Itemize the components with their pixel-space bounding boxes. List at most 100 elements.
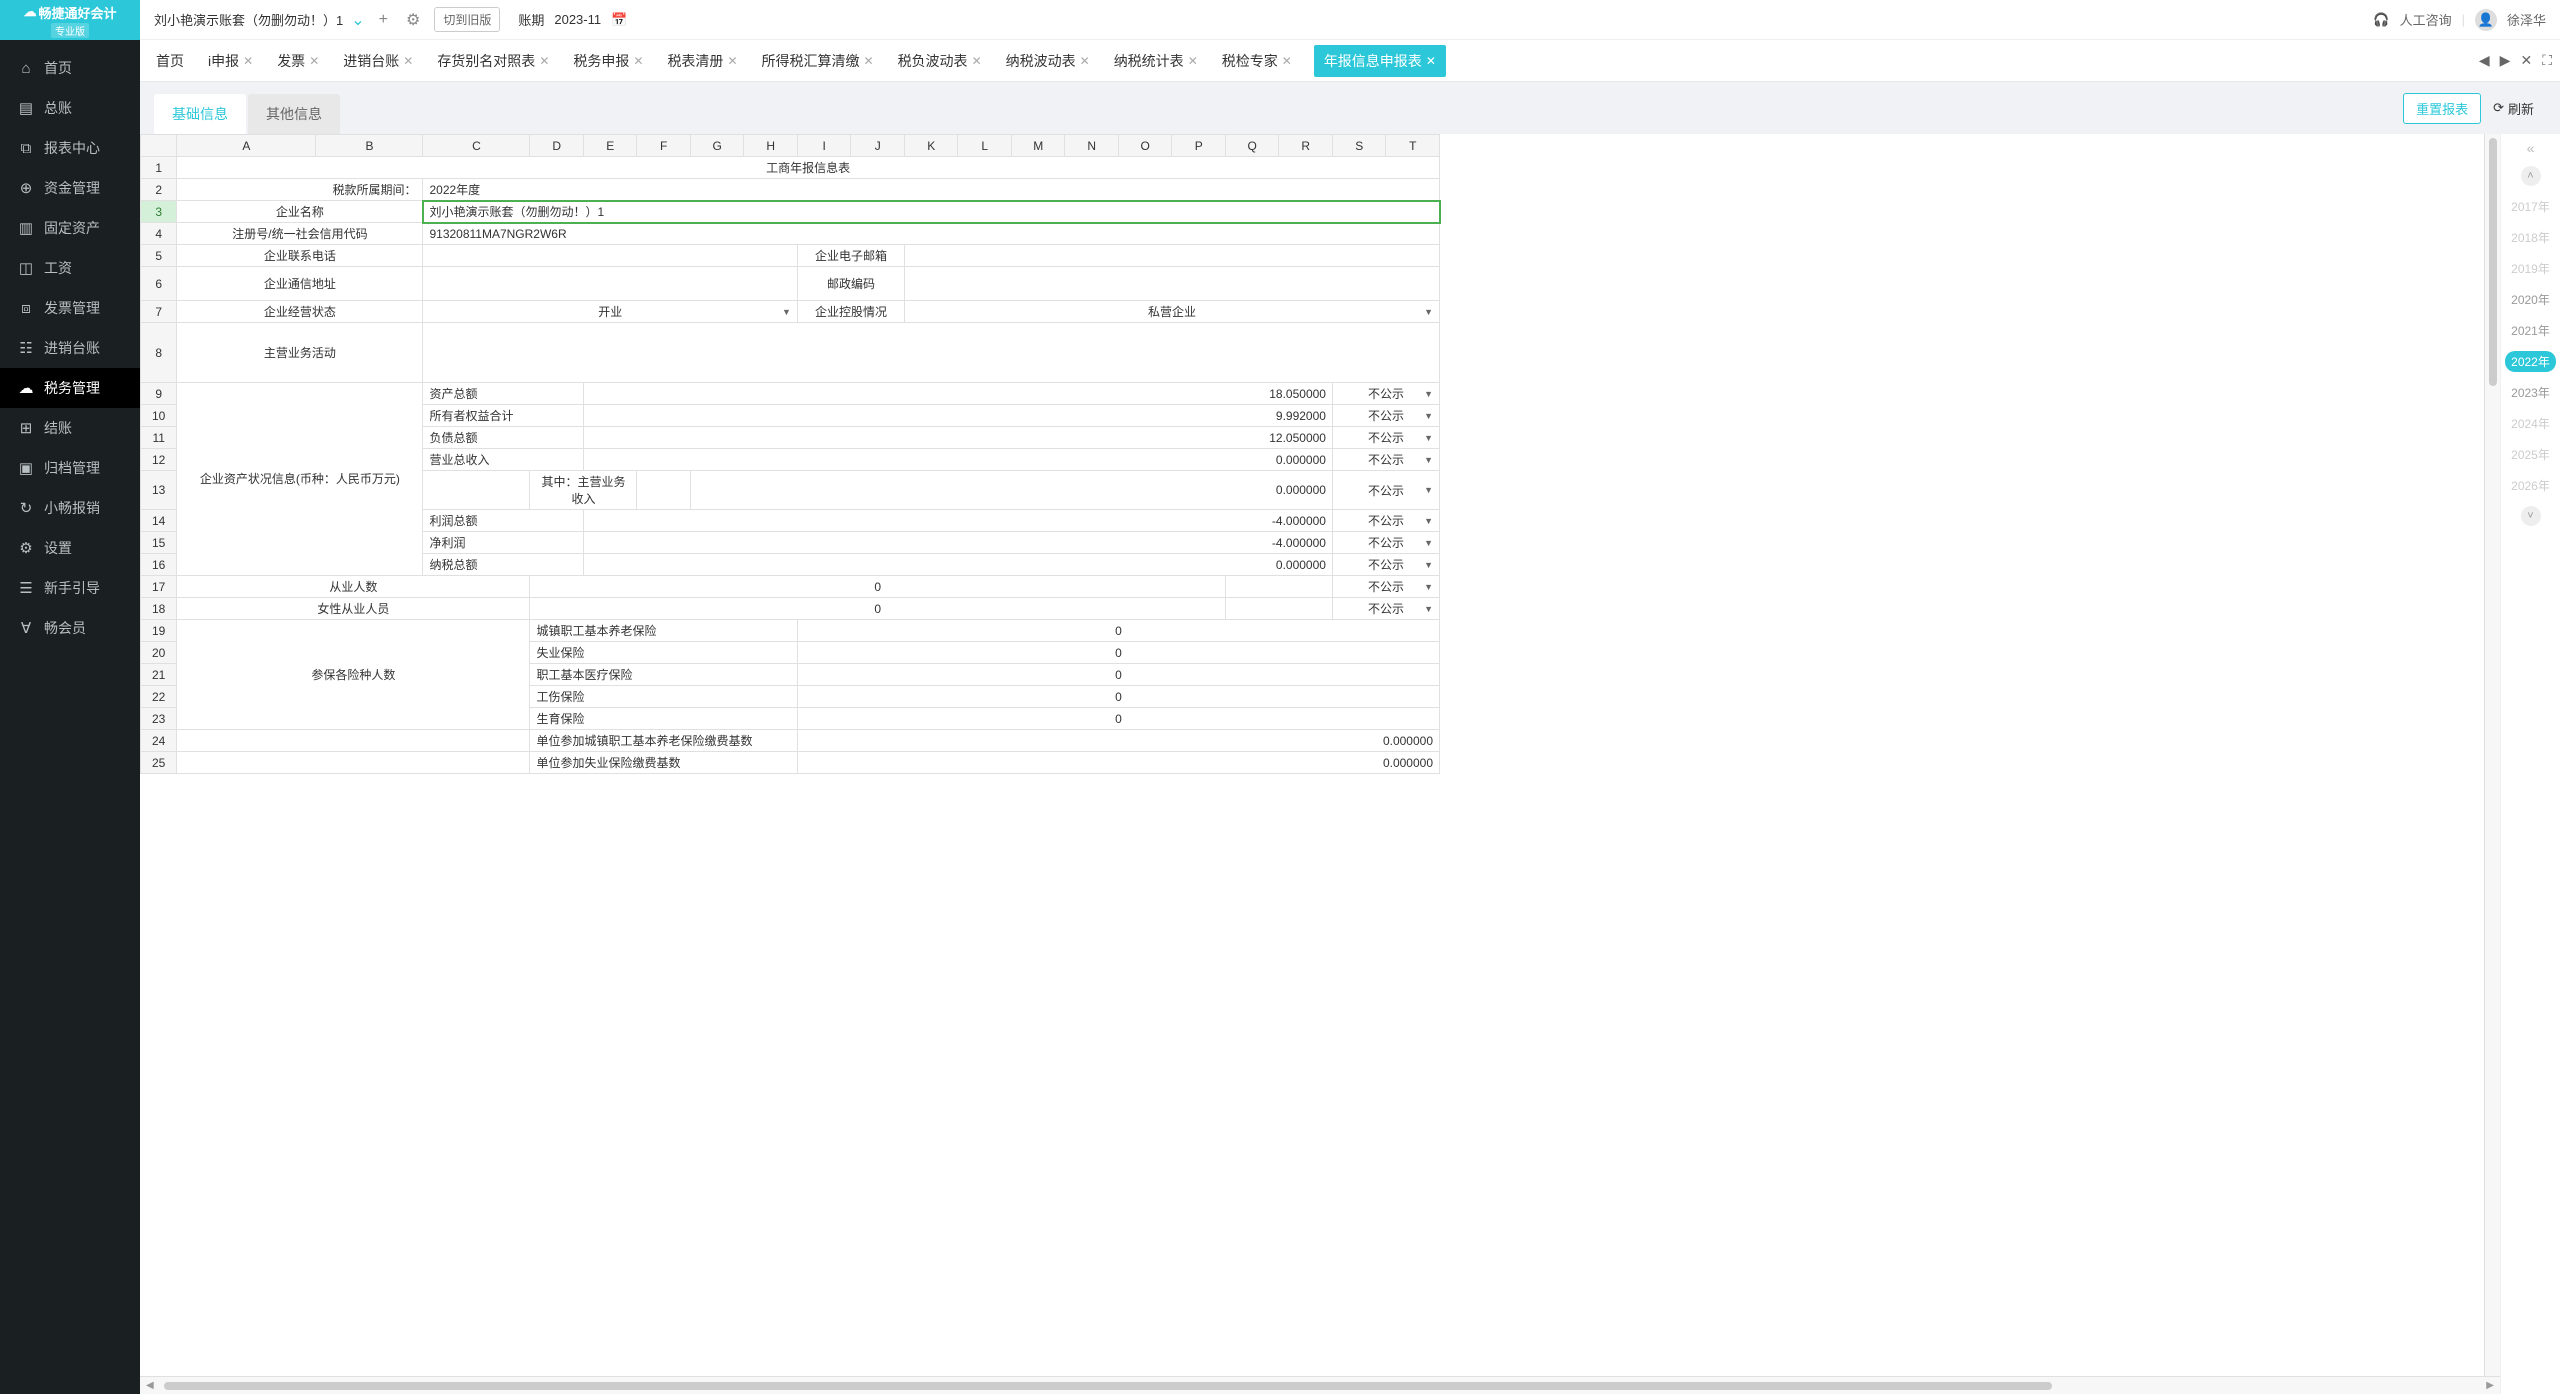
holding-select[interactable]: 私营企业 [904, 301, 1439, 323]
close-icon[interactable]: ✕ [972, 54, 982, 68]
year-item[interactable]: 2021年 [2505, 320, 2556, 341]
row-header[interactable]: 13 [141, 471, 177, 510]
publish-select[interactable]: 不公示 [1332, 449, 1439, 471]
row-header[interactable]: 22 [141, 686, 177, 708]
publish-select[interactable]: 不公示 [1332, 471, 1439, 510]
col-header[interactable]: S [1332, 135, 1386, 157]
close-icon[interactable]: ✕ [1426, 54, 1436, 68]
account-select[interactable]: 刘小艳演示账套（勿删勿动！）1 ⌄ [154, 10, 365, 30]
refresh-button[interactable]: ⟳刷新 [2481, 94, 2546, 123]
scroll-left-icon[interactable]: ◀ [140, 1380, 160, 1391]
publish-select[interactable]: 不公示 [1332, 532, 1439, 554]
tab[interactable]: 年报信息申报表✕ [1314, 45, 1446, 77]
reset-button[interactable]: 重置报表 [2403, 93, 2481, 124]
publish-select[interactable]: 不公示 [1332, 383, 1439, 405]
add-icon[interactable]: + [375, 11, 392, 29]
nav-item[interactable]: ⌂首页 [0, 48, 140, 88]
support-link[interactable]: 人工咨询 [2400, 10, 2452, 29]
col-header[interactable]: J [851, 135, 905, 157]
tab[interactable]: 纳税波动表✕ [1004, 51, 1092, 71]
row-header[interactable]: 12 [141, 449, 177, 471]
nav-item[interactable]: ⧉报表中心 [0, 128, 140, 168]
nav-item[interactable]: ⊞结账 [0, 408, 140, 448]
year-item[interactable]: 2025年 [2505, 444, 2556, 465]
tab[interactable]: 税务申报✕ [571, 51, 645, 71]
row-header[interactable]: 2 [141, 179, 177, 201]
rail-collapse-icon[interactable]: « [2527, 140, 2535, 156]
close-icon[interactable]: ✕ [864, 54, 874, 68]
tab-close-all-icon[interactable]: ✕ [2520, 52, 2532, 69]
nav-item[interactable]: ∀畅会员 [0, 608, 140, 648]
tab-next-icon[interactable]: ▶ [2500, 52, 2511, 69]
col-header[interactable]: G [690, 135, 744, 157]
row-header[interactable]: 10 [141, 405, 177, 427]
rail-down-icon[interactable]: ˅ [2521, 506, 2541, 526]
year-item[interactable]: 2018年 [2505, 227, 2556, 248]
nav-item[interactable]: ☷进销台账 [0, 328, 140, 368]
col-header[interactable]: K [904, 135, 958, 157]
row-header[interactable]: 4 [141, 223, 177, 245]
col-header[interactable]: I [797, 135, 851, 157]
row-header[interactable]: 20 [141, 642, 177, 664]
tab[interactable]: 发票✕ [275, 51, 321, 71]
close-icon[interactable]: ✕ [1188, 54, 1198, 68]
tab[interactable]: 存货别名对照表✕ [435, 51, 551, 71]
row-header[interactable]: 1 [141, 157, 177, 179]
row-header[interactable]: 14 [141, 510, 177, 532]
col-header[interactable]: M [1011, 135, 1065, 157]
year-item[interactable]: 2023年 [2505, 382, 2556, 403]
chevron-down-icon[interactable]: ⌄ [351, 10, 364, 30]
nav-item[interactable]: ☁税务管理 [0, 368, 140, 408]
col-header[interactable]: H [744, 135, 798, 157]
row-header[interactable]: 16 [141, 554, 177, 576]
year-item[interactable]: 2019年 [2505, 258, 2556, 279]
tab[interactable]: i申报✕ [206, 51, 255, 71]
fullscreen-icon[interactable]: ⛶ [2542, 52, 2552, 69]
nav-item[interactable]: ⚙设置 [0, 528, 140, 568]
close-icon[interactable]: ✕ [727, 54, 737, 68]
username[interactable]: 徐泽华 [2507, 10, 2546, 29]
year-item[interactable]: 2017年 [2505, 196, 2556, 217]
publish-select[interactable]: 不公示 [1332, 598, 1439, 620]
subtab-other[interactable]: 其他信息 [248, 94, 340, 134]
close-icon[interactable]: ✕ [1080, 54, 1090, 68]
nav-item[interactable]: ↻小畅报销 [0, 488, 140, 528]
close-icon[interactable]: ✕ [539, 54, 549, 68]
col-header[interactable]: L [958, 135, 1012, 157]
row-header[interactable]: 15 [141, 532, 177, 554]
row-header[interactable]: 11 [141, 427, 177, 449]
publish-select[interactable]: 不公示 [1332, 427, 1439, 449]
tab[interactable]: 税表清册✕ [665, 51, 739, 71]
tab[interactable]: 所得税汇算清缴✕ [760, 51, 876, 71]
close-icon[interactable]: ✕ [243, 54, 253, 68]
cell-company-name[interactable]: 刘小艳演示账套（勿删勿动！）1 [423, 201, 1440, 223]
year-item[interactable]: 2024年 [2505, 413, 2556, 434]
nav-item[interactable]: ⧈发票管理 [0, 288, 140, 328]
close-icon[interactable]: ✕ [403, 54, 413, 68]
row-header[interactable]: 7 [141, 301, 177, 323]
v-scrollbar[interactable] [2484, 134, 2500, 1376]
nav-item[interactable]: ☰新手引导 [0, 568, 140, 608]
publish-select[interactable]: 不公示 [1332, 576, 1439, 598]
row-header[interactable]: 17 [141, 576, 177, 598]
row-header[interactable]: 3 [141, 201, 177, 223]
nav-item[interactable]: ▥固定资产 [0, 208, 140, 248]
row-header[interactable]: 23 [141, 708, 177, 730]
row-header[interactable]: 25 [141, 752, 177, 774]
h-scroll-thumb[interactable] [164, 1382, 2052, 1390]
v-scroll-thumb[interactable] [2489, 138, 2497, 386]
row-header[interactable]: 9 [141, 383, 177, 405]
close-icon[interactable]: ✕ [309, 54, 319, 68]
row-header[interactable]: 19 [141, 620, 177, 642]
publish-select[interactable]: 不公示 [1332, 554, 1439, 576]
tab[interactable]: 税检专家✕ [1220, 51, 1294, 71]
col-header[interactable]: Q [1225, 135, 1279, 157]
spreadsheet[interactable]: ABCDEFGHIJKLMNOPQRST1工商年报信息表2税款所属期间：2022… [140, 134, 2500, 1376]
col-header[interactable]: F [637, 135, 691, 157]
row-header[interactable]: 18 [141, 598, 177, 620]
switch-old-button[interactable]: 切到旧版 [434, 7, 500, 32]
row-header[interactable]: 24 [141, 730, 177, 752]
gear-icon[interactable]: ⚙ [402, 10, 424, 30]
publish-select[interactable]: 不公示 [1332, 510, 1439, 532]
year-item[interactable]: 2020年 [2505, 289, 2556, 310]
